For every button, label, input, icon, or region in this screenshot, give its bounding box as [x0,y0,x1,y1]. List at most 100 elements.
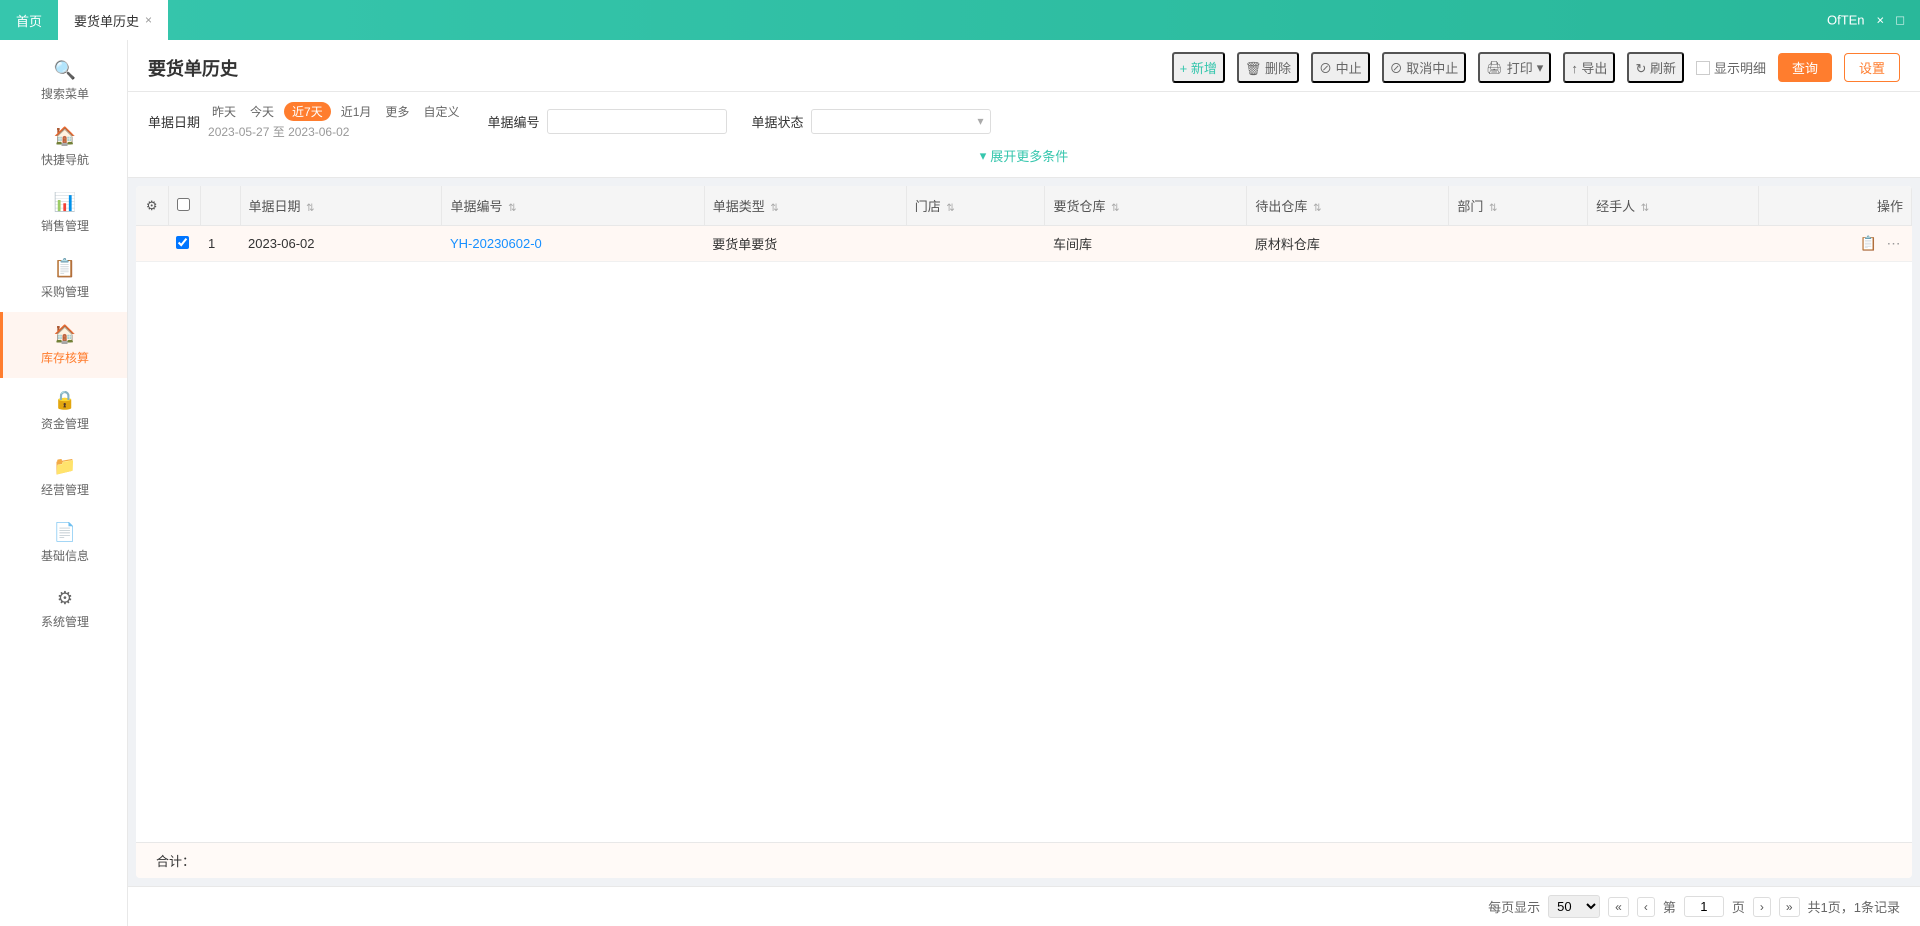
department-sort-icon: ⇅ [1489,203,1497,214]
new-button[interactable]: + 新增 [1172,52,1225,83]
row-more-icon[interactable]: ⋯ [1887,235,1901,251]
doc-number-filter-group: 单据编号 [487,109,727,134]
tab-home[interactable]: 首页 [0,0,58,40]
sidebar-item-quick-nav[interactable]: 🏠 快捷导航 [0,114,127,180]
print-label: 打印 [1507,58,1533,77]
status-label: 单据状态 [751,112,803,131]
window-close-icon[interactable]: × [1877,13,1885,28]
th-doc-date[interactable]: 单据日期 ⇅ [240,186,442,226]
settings-gear-icon[interactable]: ⚙ [146,198,158,213]
sidebar-item-system-mgmt[interactable]: ⚙ 系统管理 [0,576,127,642]
sidebar-item-purchase-mgmt-label: 采购管理 [41,283,89,300]
per-page-label: 每页显示 [1488,897,1540,916]
sidebar-item-system-mgmt-label: 系统管理 [41,613,89,630]
td-action: 📋 ⋯ [1758,226,1912,262]
settings-button[interactable]: 设置 [1844,53,1900,82]
th-doc-type[interactable]: 单据类型 ⇅ [704,186,906,226]
row-edit-icon[interactable]: 📋 [1859,235,1876,251]
sidebar-item-operations-mgmt[interactable]: 📁 经营管理 [0,444,127,510]
page-number-input[interactable] [1684,896,1724,917]
th-checkbox [168,186,200,226]
th-doc-type-label: 单据类型 [713,199,765,214]
th-req-warehouse[interactable]: 要货仓库 ⇅ [1045,186,1247,226]
row-num: 1 [208,236,215,251]
td-store [906,226,1045,262]
status-select[interactable] [811,109,991,134]
expand-label: 展开更多条件 [990,146,1068,165]
status-select-wrapper [811,109,991,134]
th-doc-number[interactable]: 单据编号 ⇅ [442,186,704,226]
sidebar-item-basic-info[interactable]: 📄 基础信息 [0,510,127,576]
th-doc-number-label: 单据编号 [450,199,502,214]
th-req-warehouse-label: 要货仓库 [1053,199,1105,214]
sidebar-item-sales-mgmt[interactable]: 📊 销售管理 [0,180,127,246]
pagination-bar: 每页显示 50 10 20 100 « ‹ 第 页 › » 共1页，1条记录 [128,886,1920,926]
sidebar-item-inventory[interactable]: 🏠 库存核算 [0,312,127,378]
table-body: 1 2023-06-02 YH-20230602-0 要货单要货 [136,226,1912,262]
next-page-button[interactable]: › [1753,897,1771,917]
sidebar: 🔍 搜索菜单 🏠 快捷导航 📊 销售管理 📋 采购管理 🏠 库存核算 🔒 资金管… [0,40,128,926]
doc-type-sort-icon: ⇅ [770,203,778,214]
sidebar-item-finance-mgmt[interactable]: 🔒 资金管理 [0,378,127,444]
query-button[interactable]: 查询 [1778,53,1832,82]
expand-more-btn[interactable]: ▾ 展开更多条件 [148,140,1900,167]
page-title: 要货单历史 [148,55,238,81]
td-doc-date: 2023-06-02 [240,226,442,262]
operations-mgmt-icon: 📁 [54,456,76,477]
th-store[interactable]: 门店 ⇅ [906,186,1045,226]
date-chip-more[interactable]: 更多 [381,102,413,121]
first-page-button[interactable]: « [1608,897,1629,917]
show-detail-toggle[interactable]: 显示明细 [1696,58,1766,77]
sidebar-item-search-menu[interactable]: 🔍 搜索菜单 [0,48,127,114]
footer-label: 合计： [156,854,195,869]
filter-row: 单据日期 昨天 今天 近7天 近1月 更多 自定义 2023-05-27 至 2… [148,102,1900,140]
td-doc-number: YH-20230602-0 [442,226,704,262]
suspend-button[interactable]: ⊘ 中止 [1311,52,1370,83]
show-detail-checkbox[interactable] [1696,61,1710,75]
date-chip-today[interactable]: 今天 [246,102,278,121]
cancel-suspend-button[interactable]: ⊘ 取消中止 [1382,52,1467,83]
window-maximize-icon[interactable]: □ [1896,13,1904,28]
top-bar: 首页 要货单历史 × OfTEn × □ [0,0,1920,40]
tab-close-icon[interactable]: × [145,13,152,27]
often-label: OfTEn [1827,13,1865,28]
doc-number-link[interactable]: YH-20230602-0 [450,236,542,251]
main-content: 要货单历史 + 新增 🗑 删除 ⊘ 中止 ⊘ 取消中止 🖨 打印 ▾ ↑ 导出 … [128,40,1920,926]
sales-mgmt-icon: 📊 [54,192,76,213]
tab-requisition-history-label: 要货单历史 [74,11,139,30]
td-req-warehouse: 车间库 [1045,226,1247,262]
tab-bar: 首页 要货单历史 × [0,0,168,40]
last-page-button[interactable]: » [1779,897,1800,917]
per-page-select[interactable]: 50 10 20 100 [1548,895,1600,918]
search-menu-icon: 🔍 [54,60,76,81]
print-button[interactable]: 🖨 打印 ▾ [1478,52,1551,83]
th-pending-warehouse[interactable]: 待出仓库 ⇅ [1247,186,1449,226]
doc-type-value: 要货单要货 [712,237,777,252]
td-row-num: 1 [200,226,240,262]
tab-requisition-history[interactable]: 要货单历史 × [58,0,168,40]
date-chip-custom[interactable]: 自定义 [419,102,463,121]
sidebar-item-basic-info-label: 基础信息 [41,547,89,564]
doc-number-input[interactable] [547,109,727,134]
row-checkbox[interactable] [176,236,189,249]
th-action-label: 操作 [1877,199,1903,214]
table-row: 1 2023-06-02 YH-20230602-0 要货单要货 [136,226,1912,262]
quick-nav-icon: 🏠 [54,126,76,147]
export-button[interactable]: ↑ 导出 [1563,52,1615,83]
date-chip-1month[interactable]: 近1月 [337,102,376,121]
req-warehouse-sort-icon: ⇅ [1111,203,1119,214]
prev-page-button[interactable]: ‹ [1637,897,1655,917]
sidebar-item-operations-mgmt-label: 经营管理 [41,481,89,498]
td-settings [136,226,168,262]
table-area: ⚙ 单据日期 ⇅ 单据编号 ⇅ [136,186,1912,878]
delete-button[interactable]: 🗑 删除 [1237,52,1299,83]
refresh-button[interactable]: ↻ 刷新 [1627,52,1684,83]
system-mgmt-icon: ⚙ [57,588,73,609]
select-all-checkbox[interactable] [177,198,190,211]
sidebar-item-search-menu-label: 搜索菜单 [41,85,89,102]
date-chip-yesterday[interactable]: 昨天 [208,102,240,121]
th-handler[interactable]: 经手人 ⇅ [1588,186,1758,226]
sidebar-item-purchase-mgmt[interactable]: 📋 采购管理 [0,246,127,312]
th-department[interactable]: 部门 ⇅ [1449,186,1588,226]
date-chip-7days[interactable]: 近7天 [284,102,331,121]
